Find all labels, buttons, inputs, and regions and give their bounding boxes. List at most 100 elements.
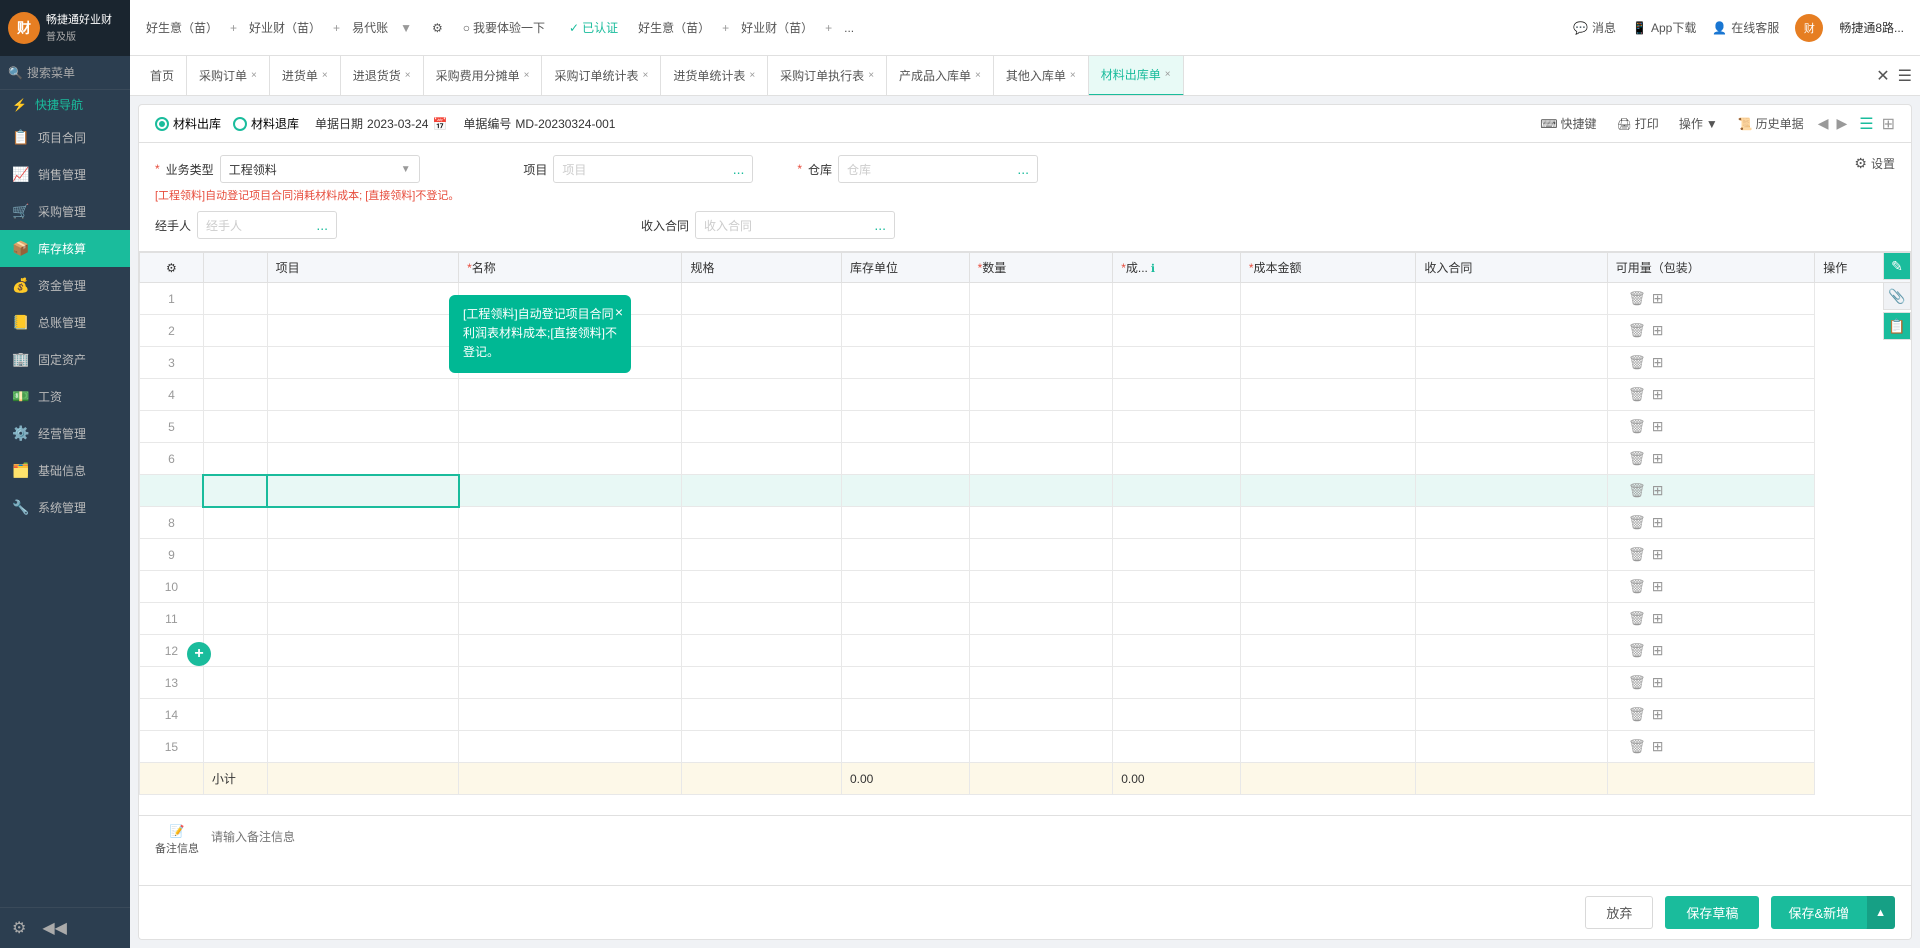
cell-cost-amount[interactable] <box>1113 603 1241 635</box>
app-download-btn[interactable]: 📱 App下载 <box>1632 19 1696 36</box>
cell-available[interactable] <box>1416 411 1607 443</box>
tab-product-inbound[interactable]: 产成品入库单 × <box>887 56 994 96</box>
cell-name[interactable] <box>267 539 458 571</box>
tab-purchase-exec[interactable]: 采购订单执行表 × <box>768 56 887 96</box>
cell-name[interactable] <box>267 571 458 603</box>
cell-available[interactable] <box>1416 699 1607 731</box>
cell-cost-amount[interactable] <box>1113 635 1241 667</box>
next-record-btn[interactable]: ▶ <box>1836 115 1847 132</box>
tab-purchase-stat[interactable]: 采购订单统计表 × <box>542 56 661 96</box>
cell-name[interactable] <box>267 731 458 763</box>
sidebar-item-system[interactable]: 🔧 系统管理 <box>0 489 130 526</box>
cell-cost-price[interactable] <box>969 315 1113 347</box>
tab-other-inbound[interactable]: 其他入库单 × <box>994 56 1089 96</box>
copy-row-icon[interactable]: ⊞ <box>1652 514 1664 531</box>
table-container[interactable]: + ⚙ 项目 *名称 规格 库存单位 *数量 *成...ℹ *成本金额 收入合同 <box>139 252 1911 815</box>
cell-unit[interactable] <box>682 315 842 347</box>
tab-home[interactable]: 首页 <box>138 56 187 96</box>
cell-project[interactable] <box>203 347 267 379</box>
tab-purchase-return[interactable]: 进退货货 × <box>341 56 424 96</box>
cell-spec[interactable] <box>459 571 682 603</box>
cell-cost-price[interactable] <box>969 347 1113 379</box>
cell-cost-price[interactable] <box>969 379 1113 411</box>
cell-available[interactable] <box>1416 635 1607 667</box>
delete-row-icon[interactable]: 🗑 <box>1628 322 1646 339</box>
tab-goods-stat[interactable]: 进货单统计表 × <box>661 56 768 96</box>
delete-row-icon[interactable]: 🗑 <box>1628 546 1646 563</box>
tab-list-btn[interactable]: ☰ <box>1898 66 1912 86</box>
cell-spec[interactable] <box>459 379 682 411</box>
tab-close-icon[interactable]: × <box>524 70 530 81</box>
cell-avail-edit[interactable] <box>1416 475 1607 507</box>
copy-row-icon[interactable]: ⊞ <box>1652 546 1664 563</box>
cell-spec[interactable] <box>459 603 682 635</box>
tab-purchase-order[interactable]: 采购订单 × <box>187 56 270 96</box>
cell-unit[interactable] <box>682 507 842 539</box>
cell-cost-amount[interactable] <box>1113 507 1241 539</box>
cell-unit-edit[interactable] <box>682 475 842 507</box>
tab-close-icon[interactable]: × <box>322 70 328 81</box>
cell-unit[interactable] <box>682 635 842 667</box>
cell-name[interactable] <box>267 667 458 699</box>
tab-purchase-goods[interactable]: 进货单 × <box>270 56 341 96</box>
cell-project[interactable] <box>203 603 267 635</box>
print-btn[interactable]: 🖨 打印 <box>1611 113 1665 134</box>
cell-project[interactable] <box>203 539 267 571</box>
shortcut-btn[interactable]: ⌨ 快捷键 <box>1534 113 1602 134</box>
delete-row-icon[interactable]: 🗑 <box>1628 642 1646 659</box>
income-contract-ellipsis-icon[interactable]: ... <box>874 217 886 233</box>
copy-row-icon[interactable]: ⊞ <box>1652 482 1664 499</box>
handler-input[interactable]: 经手人 ... <box>197 211 337 239</box>
cell-contract[interactable] <box>1240 443 1416 475</box>
cell-contract[interactable] <box>1240 603 1416 635</box>
cell-name-edit[interactable] <box>267 475 458 507</box>
cell-cost-price[interactable] <box>969 699 1113 731</box>
copy-row-icon[interactable]: ⊞ <box>1652 674 1664 691</box>
cell-cost-price[interactable] <box>969 635 1113 667</box>
cell-available[interactable] <box>1416 731 1607 763</box>
cell-cost-edit[interactable] <box>969 475 1113 507</box>
cell-spec[interactable] <box>459 443 682 475</box>
cell-available[interactable] <box>1416 667 1607 699</box>
topbar-nav-good-biz2[interactable]: 好生意（苗） <box>638 19 710 36</box>
delete-row-icon[interactable]: 🗑 <box>1628 354 1646 371</box>
tooltip-close-btn[interactable]: × <box>615 301 623 323</box>
cell-cost-price[interactable] <box>969 507 1113 539</box>
history-btn[interactable]: 📜 历史单据 <box>1732 113 1810 134</box>
topbar-settings-icon[interactable]: ⚙ <box>432 21 443 35</box>
copy-row-icon[interactable]: ⊞ <box>1652 450 1664 467</box>
cell-cost-price[interactable] <box>969 443 1113 475</box>
radio-outbound[interactable]: 材料出库 <box>155 115 221 132</box>
cell-qty[interactable] <box>841 443 969 475</box>
cell-unit[interactable] <box>682 699 842 731</box>
cell-cost-amount[interactable] <box>1113 411 1241 443</box>
cell-cost-amount[interactable] <box>1113 347 1241 379</box>
tab-close-icon[interactable]: × <box>1070 70 1076 81</box>
cell-cost-price[interactable] <box>969 731 1113 763</box>
save-draft-button[interactable]: 保存草稿 <box>1665 896 1759 929</box>
cell-contract[interactable] <box>1240 571 1416 603</box>
cell-contract[interactable] <box>1240 315 1416 347</box>
cell-contract[interactable] <box>1240 635 1416 667</box>
cell-spec[interactable] <box>459 667 682 699</box>
cell-cost-price[interactable] <box>969 603 1113 635</box>
cell-contract[interactable] <box>1240 507 1416 539</box>
cell-project[interactable] <box>203 283 267 315</box>
cell-project[interactable] <box>203 731 267 763</box>
cell-project[interactable] <box>203 507 267 539</box>
sidebar-item-sales[interactable]: 📈 销售管理 <box>0 156 130 193</box>
tab-close-icon[interactable]: × <box>251 70 257 81</box>
radio-return[interactable]: 材料退库 <box>233 115 299 132</box>
cell-spec[interactable] <box>459 507 682 539</box>
cell-project[interactable] <box>203 667 267 699</box>
cell-unit[interactable] <box>682 283 842 315</box>
cell-name[interactable] <box>267 379 458 411</box>
cell-name[interactable] <box>267 443 458 475</box>
business-type-input[interactable]: 工程领料 ▼ <box>220 155 420 183</box>
message-btn[interactable]: 💬 消息 <box>1573 19 1616 36</box>
online-service-btn[interactable]: 👤 在线客服 <box>1712 19 1779 36</box>
cell-cost-price[interactable] <box>969 571 1113 603</box>
cell-project[interactable] <box>203 411 267 443</box>
cell-qty[interactable] <box>841 315 969 347</box>
copy-row-icon[interactable]: ⊞ <box>1652 610 1664 627</box>
